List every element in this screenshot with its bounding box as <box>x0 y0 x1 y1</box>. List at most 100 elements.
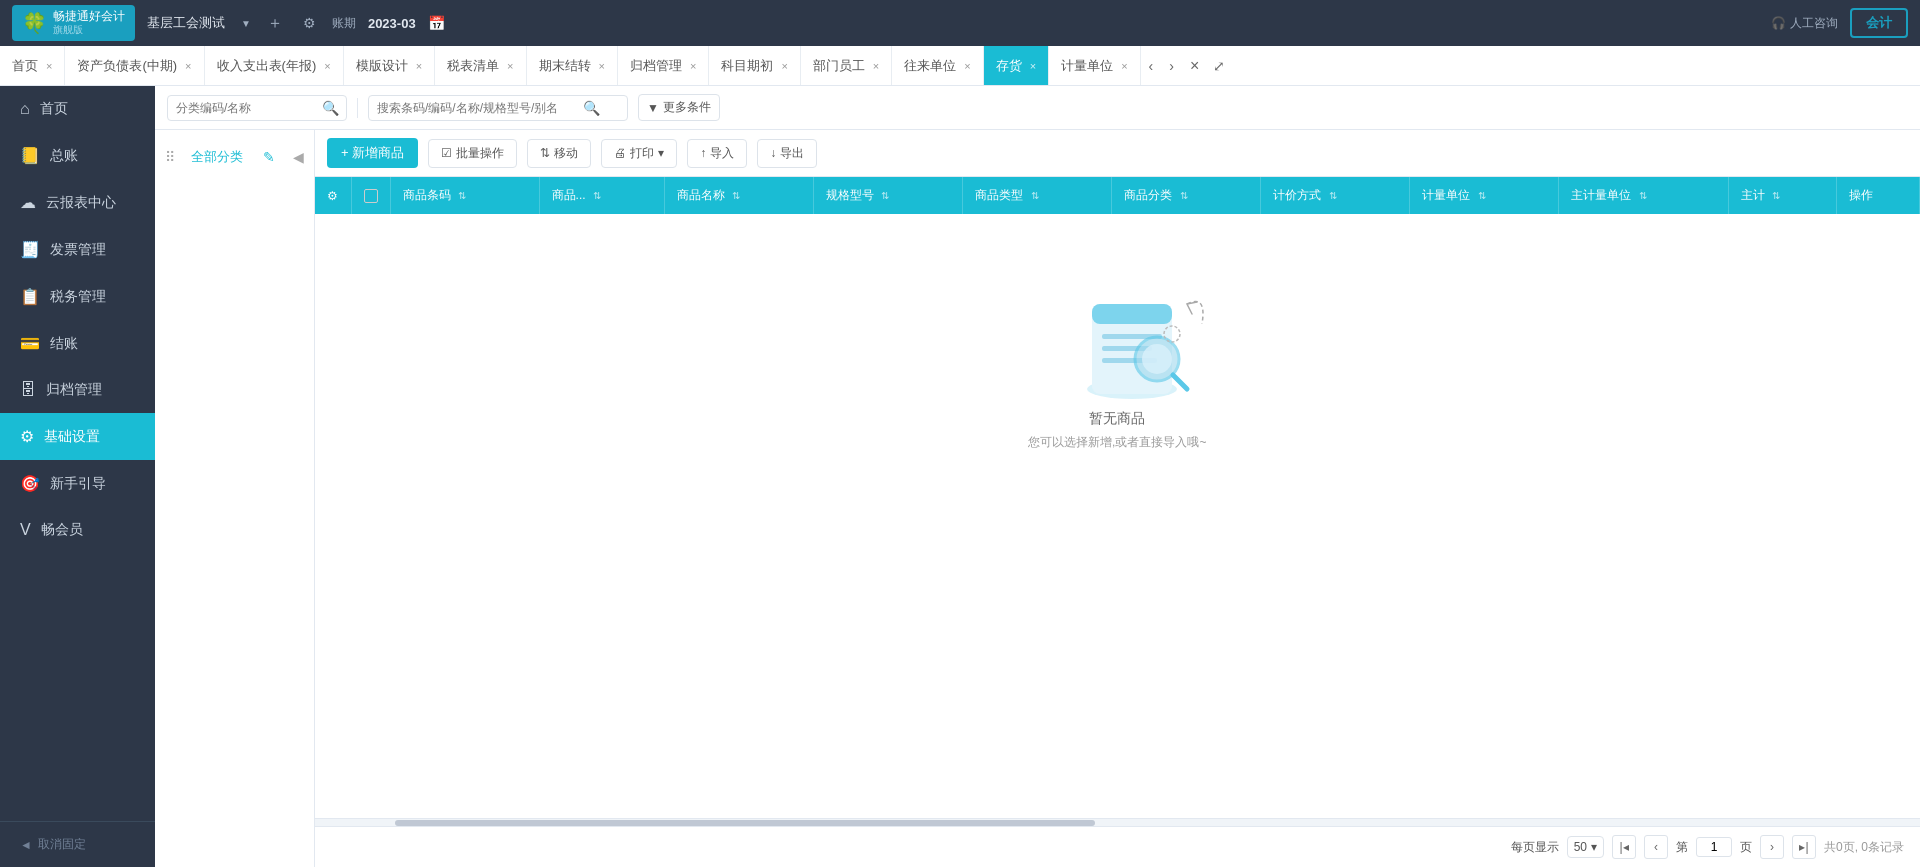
pagination-bar: 每页显示 50 ▾ |◂ ‹ 第 页 › ▸| 共0页, 0条记录 <box>315 826 1920 867</box>
print-button[interactable]: 🖨 打印 ▾ <box>601 139 677 168</box>
tab-dept-staff[interactable]: 部门员工 × <box>801 46 892 86</box>
col-checkbox[interactable] <box>351 177 390 214</box>
move-button[interactable]: ⇅ 移动 <box>527 139 591 168</box>
account-button[interactable]: 会计 <box>1850 8 1908 38</box>
tab-close-icon[interactable]: × <box>185 60 191 72</box>
col-price-method[interactable]: 计价方式 ⇅ <box>1261 177 1410 214</box>
settings-icon[interactable]: ⚙ <box>299 13 320 33</box>
tab-close-icon[interactable]: × <box>873 60 879 72</box>
col-action: 操作 <box>1837 177 1920 214</box>
col-barcode[interactable]: 商品条码 ⇅ <box>390 177 539 214</box>
tab-income-annual[interactable]: 收入支出表(年报) × <box>205 46 344 86</box>
tab-period-transfer[interactable]: 期末结转 × <box>527 46 618 86</box>
col-category[interactable]: 商品分类 ⇅ <box>1112 177 1261 214</box>
tab-counterparty[interactable]: 往来单位 × <box>892 46 983 86</box>
page-prev-button[interactable]: ‹ <box>1644 835 1668 859</box>
col-name[interactable]: 商品名称 ⇅ <box>665 177 814 214</box>
sidebar-item-label: 结账 <box>50 335 78 353</box>
add-product-button[interactable]: + 新增商品 <box>327 138 418 168</box>
page-first-button[interactable]: |◂ <box>1612 835 1636 859</box>
tab-close-icon[interactable]: × <box>1030 60 1036 72</box>
sidebar-item-label: 税务管理 <box>50 288 106 306</box>
import-button[interactable]: ↑ 导入 <box>687 139 747 168</box>
horizontal-scrollbar[interactable] <box>315 818 1920 826</box>
sidebar-collapse-button[interactable]: ◄ 取消固定 <box>0 821 155 867</box>
sidebar-item-guide[interactable]: 🎯 新手引导 <box>0 460 155 507</box>
panel-collapse-icon[interactable]: ◀ <box>293 149 304 165</box>
export-button[interactable]: ↓ 导出 <box>757 139 817 168</box>
product-search-icon[interactable]: 🔍 <box>583 100 600 116</box>
col-code[interactable]: 商品... ⇅ <box>539 177 664 214</box>
category-edit-icon[interactable]: ✎ <box>263 149 275 165</box>
sidebar-item-cloud-report[interactable]: ☁ 云报表中心 <box>0 179 155 226</box>
sidebar-item-label: 总账 <box>50 147 78 165</box>
tab-homepage[interactable]: 首页 × <box>0 46 65 86</box>
tab-prev-button[interactable]: ‹ <box>1141 46 1162 86</box>
help-button[interactable]: 🎧 人工咨询 <box>1771 15 1838 32</box>
company-name[interactable]: 基层工会测试 <box>147 14 225 32</box>
tab-close-icon[interactable]: × <box>507 60 513 72</box>
tab-next-button[interactable]: › <box>1161 46 1182 86</box>
tab-template[interactable]: 模版设计 × <box>344 46 435 86</box>
collapse-arrow-icon: ◄ <box>20 838 32 852</box>
print-dropdown-icon: ▾ <box>658 146 664 160</box>
tab-balance-mid[interactable]: 资产负债表(中期) × <box>65 46 204 86</box>
tab-label: 往来单位 <box>904 57 956 75</box>
sidebar-item-settings[interactable]: ⚙ 基础设置 <box>0 413 155 460</box>
more-conditions-button[interactable]: ▼ 更多条件 <box>638 94 720 121</box>
col-settings[interactable]: ⚙ <box>315 177 351 214</box>
tab-close-icon[interactable]: × <box>1121 60 1127 72</box>
col-type[interactable]: 商品类型 ⇅ <box>963 177 1112 214</box>
scroll-thumb[interactable] <box>395 820 1095 826</box>
tab-close-icon[interactable]: × <box>599 60 605 72</box>
tab-close-icon[interactable]: × <box>416 60 422 72</box>
tab-close-icon[interactable]: × <box>964 60 970 72</box>
select-all-checkbox[interactable] <box>364 189 378 203</box>
batch-operation-button[interactable]: ☑ 批量操作 <box>428 139 517 168</box>
tab-tax-list[interactable]: 税表清单 × <box>435 46 526 86</box>
page-size-select[interactable]: 50 ▾ <box>1567 836 1604 858</box>
category-search-input[interactable] <box>176 101 316 115</box>
col-main-unit[interactable]: 主计量单位 ⇅ <box>1559 177 1728 214</box>
page-last-button[interactable]: ▸| <box>1792 835 1816 859</box>
dropdown-arrow-icon[interactable]: ▼ <box>241 18 251 29</box>
tab-expand-button[interactable]: ⤢ <box>1207 46 1231 86</box>
product-search-input[interactable] <box>377 101 577 115</box>
sort-icon: ⇅ <box>1180 190 1188 201</box>
page-label: 第 <box>1676 839 1688 856</box>
tab-close-icon[interactable]: × <box>690 60 696 72</box>
page-number-input[interactable] <box>1696 837 1732 857</box>
sidebar-item-label: 畅会员 <box>41 521 83 539</box>
sidebar-item-invoice[interactable]: 🧾 发票管理 <box>0 226 155 273</box>
category-all-item[interactable]: 全部分类 <box>181 142 253 172</box>
tab-close-icon[interactable]: × <box>46 60 52 72</box>
calendar-icon[interactable]: 📅 <box>428 15 445 31</box>
sort-icon: ⇅ <box>881 190 889 201</box>
col-main-count[interactable]: 主计 ⇅ <box>1728 177 1837 214</box>
tab-subject-init[interactable]: 科目期初 × <box>709 46 800 86</box>
tab-close-icon[interactable]: × <box>324 60 330 72</box>
tab-archive[interactable]: 归档管理 × <box>618 46 709 86</box>
tab-unit[interactable]: 计量单位 × <box>1049 46 1140 86</box>
tab-label: 税表清单 <box>447 57 499 75</box>
print-label: 打印 <box>630 145 654 162</box>
header-right: 🎧 人工咨询 会计 <box>1771 8 1908 38</box>
category-panel: ⠿ 全部分类 ✎ ◀ <box>155 130 315 867</box>
tab-close-icon[interactable]: × <box>781 60 787 72</box>
col-spec[interactable]: 规格型号 ⇅ <box>814 177 963 214</box>
category-search-icon[interactable]: 🔍 <box>322 100 339 116</box>
add-tab-button[interactable]: ＋ <box>263 11 287 36</box>
col-name-label: 商品名称 <box>677 188 725 202</box>
col-unit[interactable]: 计量单位 ⇅ <box>1410 177 1559 214</box>
sidebar-item-vip[interactable]: V 畅会员 <box>0 507 155 553</box>
sidebar-item-ledger[interactable]: 📒 总账 <box>0 132 155 179</box>
tab-inventory[interactable]: 存货 × <box>984 46 1049 86</box>
page-next-button[interactable]: › <box>1760 835 1784 859</box>
sidebar-item-archive[interactable]: 🗄 归档管理 <box>0 367 155 413</box>
tab-close-all-button[interactable]: × <box>1182 46 1207 86</box>
sidebar-item-checkout[interactable]: 💳 结账 <box>0 320 155 367</box>
main-layout: ⌂ 首页 📒 总账 ☁ 云报表中心 🧾 发票管理 📋 税务管理 💳 结账 🗄 归… <box>0 86 1920 867</box>
sidebar-item-tax[interactable]: 📋 税务管理 <box>0 273 155 320</box>
logo-icon: 🍀 <box>22 11 47 35</box>
sidebar-item-home[interactable]: ⌂ 首页 <box>0 86 155 132</box>
